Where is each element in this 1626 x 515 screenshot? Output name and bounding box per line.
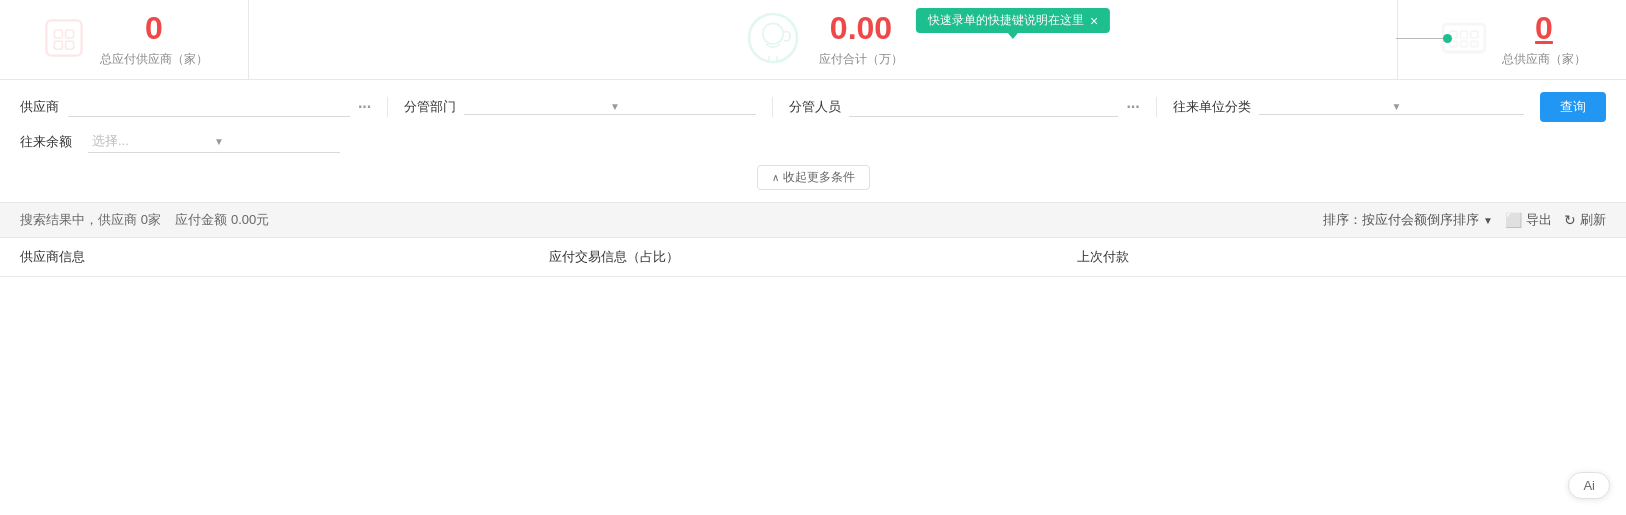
search-bar: 供应商 ··· 分管部门 ▼ 分管人员 ··· 往来单位分类 ▼ <box>0 80 1626 203</box>
query-button[interactable]: 查询 <box>1540 92 1606 122</box>
unit-class-select[interactable]: ▼ <box>1259 99 1524 115</box>
svg-rect-15 <box>1471 41 1478 46</box>
collapse-row: ∧ 收起更多条件 <box>20 161 1606 194</box>
balance-chevron-icon: ▼ <box>214 136 336 147</box>
results-bar: 搜索结果中，供应商 0家 应付金额 0.00元 排序：按应付会额倒序排序 ▼ ⬜… <box>0 203 1626 238</box>
results-summary: 搜索结果中，供应商 0家 应付金额 0.00元 <box>20 211 269 229</box>
svg-rect-3 <box>54 41 62 49</box>
svg-rect-11 <box>1461 31 1468 38</box>
chevron-up-icon: ∧ <box>772 172 779 183</box>
ai-hint-badge[interactable]: Ai <box>1568 472 1610 499</box>
department-select[interactable]: ▼ <box>464 99 755 115</box>
collapse-label: 收起更多条件 <box>783 169 855 186</box>
supplier-icon <box>40 14 88 65</box>
divider-1 <box>387 97 388 117</box>
supplier-field: 供应商 ··· <box>20 97 371 117</box>
total-suppliers-label: 总供应商（家） <box>1502 51 1586 68</box>
svg-rect-13 <box>1450 41 1457 46</box>
ai-hint-label: Ai <box>1583 478 1595 493</box>
export-label: 导出 <box>1526 211 1552 229</box>
sort-chevron-icon: ▼ <box>1483 215 1493 226</box>
refresh-label: 刷新 <box>1580 211 1606 229</box>
divider-2 <box>772 97 773 117</box>
payable-suppliers-number: 0 <box>145 11 163 46</box>
tooltip-bubble: 快速录单的快捷键说明在这里 × <box>916 8 1110 33</box>
payable-total-label: 应付合计（万） <box>819 51 903 68</box>
svg-rect-14 <box>1461 41 1468 46</box>
supplier-dots[interactable]: ··· <box>358 98 371 116</box>
balance-label: 往来余额 <box>20 133 72 151</box>
total-suppliers-number: 0 <box>1535 11 1553 46</box>
collapse-button[interactable]: ∧ 收起更多条件 <box>757 165 870 190</box>
search-row-2: 往来余额 选择... ▼ <box>20 130 340 153</box>
payable-total-number: 0.00 <box>830 11 892 46</box>
svg-rect-1 <box>54 30 62 38</box>
col-transaction-header: 应付交易信息（占比） <box>549 248 1078 266</box>
stats-bar: 0 总应付供应商（家） 0.00 应付合计（万） <box>0 0 1626 80</box>
svg-rect-12 <box>1471 31 1478 38</box>
department-chevron-icon: ▼ <box>610 101 752 112</box>
sort-button[interactable]: 排序：按应付会额倒序排序 ▼ <box>1323 211 1493 229</box>
export-icon: ⬜ <box>1505 212 1522 228</box>
person-field: 分管人员 ··· <box>789 97 1140 117</box>
divider-3 <box>1156 97 1157 117</box>
col-info-header: 供应商信息 <box>20 248 549 266</box>
tooltip-close[interactable]: × <box>1090 14 1098 28</box>
stat-payable-total: 0.00 应付合计（万） <box>249 0 1398 79</box>
stat-payable-suppliers: 0 总应付供应商（家） <box>0 0 249 79</box>
balance-select[interactable]: 选择... ▼ <box>88 130 340 153</box>
svg-rect-4 <box>66 41 74 49</box>
person-dots[interactable]: ··· <box>1126 98 1139 116</box>
tooltip-text: 快速录单的快捷键说明在这里 <box>928 12 1084 29</box>
stat-total-suppliers: 0 总供应商（家） <box>1398 0 1626 79</box>
tooltip-connector-dot <box>1443 34 1452 43</box>
svg-rect-2 <box>66 30 74 38</box>
payable-icon <box>743 8 803 71</box>
svg-rect-0 <box>46 20 81 55</box>
col-payment-header: 上次付款 <box>1077 248 1606 266</box>
unit-class-field: 往来单位分类 ▼ <box>1173 98 1524 116</box>
person-input[interactable] <box>849 97 1119 117</box>
table-body <box>0 277 1626 515</box>
svg-point-6 <box>763 23 784 44</box>
payable-suppliers-label: 总应付供应商（家） <box>100 51 208 68</box>
person-label: 分管人员 <box>789 98 841 116</box>
export-button[interactable]: ⬜ 导出 <box>1505 211 1552 229</box>
department-label: 分管部门 <box>404 98 456 116</box>
supplier-input[interactable] <box>68 97 350 117</box>
search-row-1: 供应商 ··· 分管部门 ▼ 分管人员 ··· 往来单位分类 ▼ <box>20 92 1606 122</box>
results-actions: 排序：按应付会额倒序排序 ▼ ⬜ 导出 ↻ 刷新 <box>1323 211 1606 229</box>
department-field: 分管部门 ▼ <box>404 98 755 116</box>
results-supplier-text: 搜索结果中，供应商 0家 应付金额 0.00元 <box>20 211 269 229</box>
refresh-icon: ↻ <box>1564 212 1576 228</box>
sort-label: 排序：按应付会额倒序排序 <box>1323 211 1479 229</box>
unit-class-label: 往来单位分类 <box>1173 98 1251 116</box>
refresh-button[interactable]: ↻ 刷新 <box>1564 211 1606 229</box>
unit-class-chevron-icon: ▼ <box>1391 101 1520 112</box>
tooltip-connector-line <box>1396 38 1446 39</box>
supplier-label: 供应商 <box>20 98 60 116</box>
table-header: 供应商信息 应付交易信息（占比） 上次付款 <box>0 238 1626 277</box>
balance-placeholder: 选择... <box>92 132 214 150</box>
